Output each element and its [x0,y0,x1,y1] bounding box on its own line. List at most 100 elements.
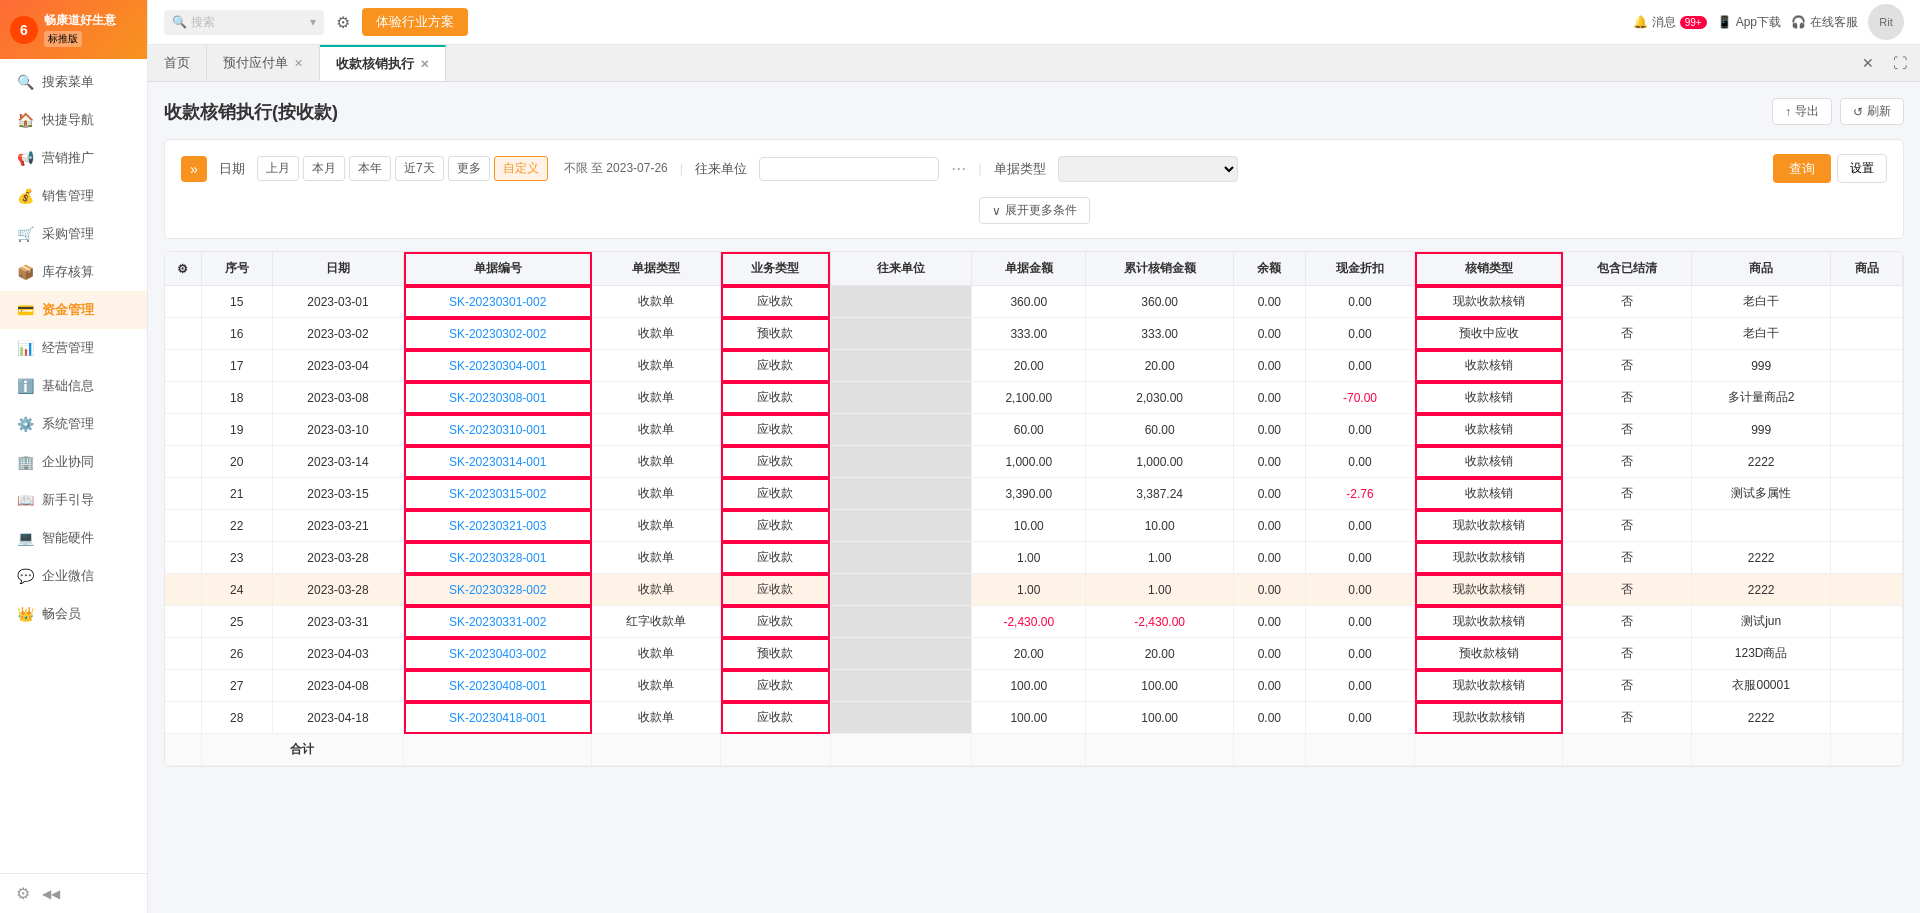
bill-no-link[interactable]: SK-20230418-001 [449,711,546,725]
table-cell[interactable]: SK-20230331-002 [404,606,592,638]
table-cell: ████████ [830,318,972,350]
sidebar-item-sales[interactable]: 💰 销售管理 [0,177,147,215]
sidebar-item-marketing[interactable]: 📢 营销推广 [0,139,147,177]
sidebar-item-smart-hw[interactable]: 💻 智能硬件 [0,519,147,557]
table-cell[interactable]: SK-20230408-001 [404,670,592,702]
table-scroll-area[interactable]: ⚙ 序号 日期 单据编号 单据类型 业务类型 往来单位 单据金额 累计核销金额 … [165,252,1903,766]
sidebar-item-base-info[interactable]: ℹ️ 基础信息 [0,367,147,405]
sidebar-item-system[interactable]: ⚙️ 系统管理 [0,405,147,443]
sidebar-item-quick-nav[interactable]: 🏠 快捷导航 [0,101,147,139]
column-settings-header[interactable]: ⚙ [165,252,201,286]
gear-icon[interactable]: ⚙ [177,262,188,276]
table-cell: 现款收款核销 [1415,286,1563,318]
table-cell: 0.00 [1234,702,1306,734]
filter-toggle-btn[interactable]: » [181,156,207,182]
sidebar-settings-icon[interactable]: ⚙ [16,884,30,903]
topbar-gear-icon[interactable]: ⚙ [336,13,350,32]
sidebar-item-operations[interactable]: 📊 经营管理 [0,329,147,367]
table-cell: 60.00 [1086,414,1234,446]
maximize-btn[interactable]: ⛶ [1888,51,1912,75]
bill-no-link[interactable]: SK-20230328-001 [449,551,546,565]
bill-no-link[interactable]: SK-20230403-002 [449,647,546,661]
bill-no-link[interactable]: SK-20230308-001 [449,391,546,405]
table-cell[interactable]: SK-20230403-002 [404,638,592,670]
counterparty-input[interactable] [759,157,939,181]
refresh-icon: ↺ [1853,105,1863,119]
table-cell[interactable]: SK-20230328-002 [404,574,592,606]
close-receipt-verify-tab-icon[interactable]: ✕ [420,58,429,71]
bill-no-link[interactable]: SK-20230301-002 [449,295,546,309]
sidebar-collapse-icon[interactable]: ◀◀ [42,887,60,901]
table-cell [1691,510,1830,542]
more-filter-dots[interactable]: ··· [951,158,966,179]
expand-more-btn[interactable]: ∨ 展开更多条件 [979,197,1090,224]
sidebar-item-search[interactable]: 🔍 搜索菜单 [0,63,147,101]
online-service-btn[interactable]: 🎧 在线客服 [1791,14,1858,31]
custom-date-btn[interactable]: 自定义 [494,156,548,181]
bill-no-link[interactable]: SK-20230304-001 [449,359,546,373]
table-cell: ████████ [830,382,972,414]
filter-settings-button[interactable]: 设置 [1837,154,1887,183]
table-cell: 应收款 [721,702,831,734]
table-cell [1831,286,1903,318]
table-cell[interactable]: SK-20230301-002 [404,286,592,318]
table-cell: 1,000.00 [1086,446,1234,478]
last-7-days-btn[interactable]: 近7天 [395,156,444,181]
refresh-button[interactable]: ↺ 刷新 [1840,98,1904,125]
table-cell: 否 [1563,446,1692,478]
bill-no-link[interactable]: SK-20230328-002 [449,583,546,597]
sidebar-item-inventory[interactable]: 📦 库存核算 [0,253,147,291]
tab-receipt-verify[interactable]: 收款核销执行 ✕ [320,45,446,81]
bill-type-select[interactable] [1058,156,1238,182]
close-prepay-tab-icon[interactable]: ✕ [294,57,303,70]
query-button[interactable]: 查询 [1773,154,1831,183]
box-icon: 📦 [16,263,34,281]
table-cell[interactable]: SK-20230321-003 [404,510,592,542]
table-cell[interactable]: SK-20230302-002 [404,318,592,350]
table-cell[interactable]: SK-20230310-001 [404,414,592,446]
sidebar-item-purchase[interactable]: 🛒 采购管理 [0,215,147,253]
bill-no-link[interactable]: SK-20230315-002 [449,487,546,501]
bill-no-link[interactable]: SK-20230408-001 [449,679,546,693]
app-download-btn[interactable]: 📱 App下载 [1717,14,1781,31]
topbar-search[interactable]: 🔍 搜索 ▾ [164,10,324,35]
sidebar-item-enterprise[interactable]: 🏢 企业协同 [0,443,147,481]
table-cell: 20.00 [1086,350,1234,382]
sidebar-item-finance[interactable]: 💳 资金管理 [0,291,147,329]
table-cell: 多计量商品2 [1691,382,1830,414]
sidebar-item-member[interactable]: 👑 畅会员 [0,595,147,633]
chart-icon: 📊 [16,339,34,357]
table-cell: 360.00 [1086,286,1234,318]
table-cell: 3,387.24 [1086,478,1234,510]
table-cell: 0.00 [1305,510,1415,542]
sidebar-item-guide[interactable]: 📖 新手引导 [0,481,147,519]
bill-no-link[interactable]: SK-20230331-002 [449,615,546,629]
total-accumulated [1086,734,1234,766]
last-month-btn[interactable]: 上月 [257,156,299,181]
this-year-btn[interactable]: 本年 [349,156,391,181]
table-cell[interactable]: SK-20230418-001 [404,702,592,734]
close-all-tabs-btn[interactable]: ✕ [1856,51,1880,75]
bill-no-link[interactable]: SK-20230310-001 [449,423,546,437]
app-logo-text: 畅康道好生意 标推版 [44,12,116,47]
tab-prepay-order[interactable]: 预付应付单 ✕ [207,46,320,80]
sidebar-item-wechat[interactable]: 💬 企业微信 [0,557,147,595]
bill-no-link[interactable]: SK-20230314-001 [449,455,546,469]
more-date-btn[interactable]: 更多 [448,156,490,181]
bill-no-link[interactable]: SK-20230321-003 [449,519,546,533]
table-cell: 1.00 [1086,542,1234,574]
table-cell[interactable]: SK-20230304-001 [404,350,592,382]
notifications-btn[interactable]: 🔔 消息 99+ [1633,14,1707,31]
table-cell[interactable]: SK-20230315-002 [404,478,592,510]
this-month-btn[interactable]: 本月 [303,156,345,181]
table-cell: 收款单 [592,350,721,382]
tab-home[interactable]: 首页 [148,46,207,80]
export-button[interactable]: ↑ 导出 [1772,98,1832,125]
solution-button[interactable]: 体验行业方案 [362,8,468,36]
table-cell[interactable]: SK-20230314-001 [404,446,592,478]
user-avatar[interactable]: Rit [1868,4,1904,40]
table-cell[interactable]: SK-20230328-001 [404,542,592,574]
bill-no-link[interactable]: SK-20230302-002 [449,327,546,341]
table-cell[interactable]: SK-20230308-001 [404,382,592,414]
table-cell: 20.00 [972,350,1086,382]
